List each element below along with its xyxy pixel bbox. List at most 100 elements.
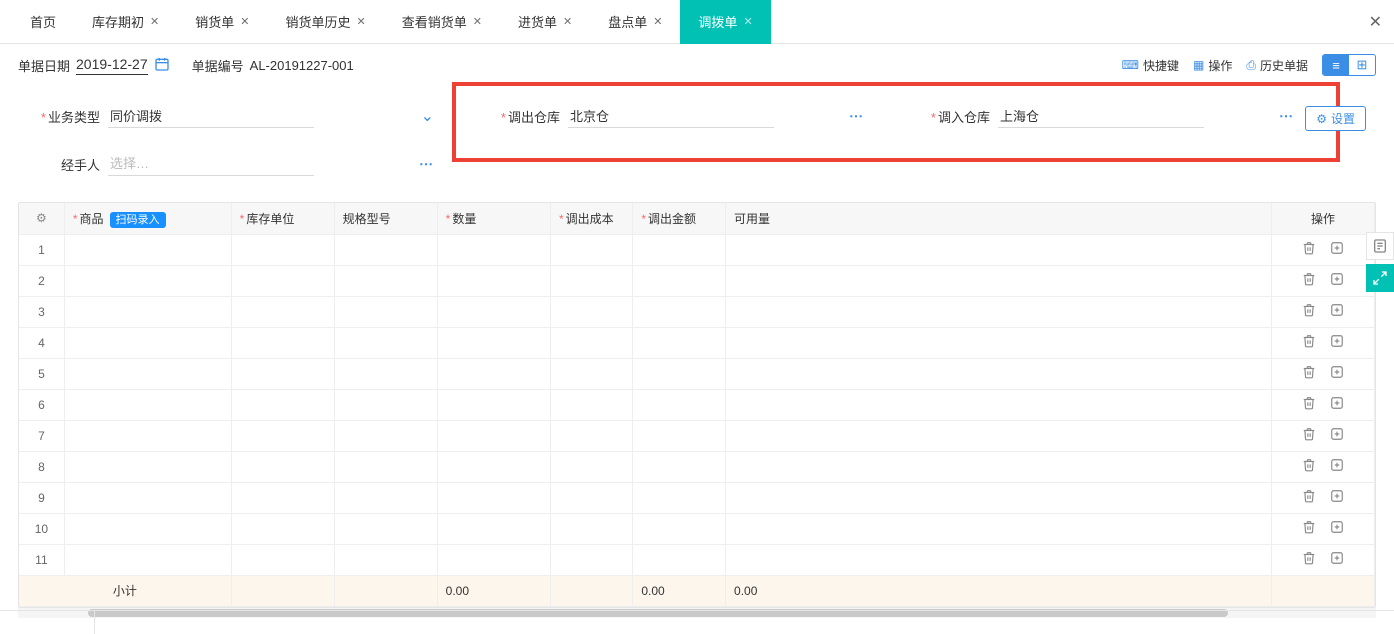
table-row[interactable]: 5 [19, 358, 1375, 389]
cell-product[interactable] [64, 513, 231, 544]
table-row[interactable]: 1 [19, 234, 1375, 265]
cell-qty[interactable] [437, 234, 550, 265]
delete-row-icon[interactable] [1302, 396, 1316, 413]
close-icon[interactable]: ✕ [563, 15, 572, 28]
cell-avail[interactable] [726, 327, 1272, 358]
date-value[interactable]: 2019-12-27 [76, 56, 148, 75]
cell-spec[interactable] [334, 482, 437, 513]
cell-amount[interactable] [633, 389, 726, 420]
tab-view-sales[interactable]: 查看销货单✕ [384, 0, 500, 44]
cell-amount[interactable] [633, 482, 726, 513]
add-row-icon[interactable] [1330, 489, 1344, 506]
cell-cost[interactable] [550, 234, 632, 265]
tab-purchase[interactable]: 进货单✕ [500, 0, 590, 44]
delete-row-icon[interactable] [1302, 241, 1316, 258]
tab-stocktake[interactable]: 盘点单✕ [590, 0, 680, 44]
cell-product[interactable] [64, 296, 231, 327]
add-row-icon[interactable] [1330, 551, 1344, 568]
add-row-icon[interactable] [1330, 272, 1344, 289]
table-row[interactable]: 8 [19, 451, 1375, 482]
cell-qty[interactable] [437, 327, 550, 358]
tab-inventory-init[interactable]: 库存期初✕ [74, 0, 177, 44]
operate-link[interactable]: ▦操作 [1193, 57, 1232, 74]
cell-cost[interactable] [550, 513, 632, 544]
cell-stock-unit[interactable] [231, 234, 334, 265]
cell-stock-unit[interactable] [231, 513, 334, 544]
cell-amount[interactable] [633, 265, 726, 296]
cell-stock-unit[interactable] [231, 389, 334, 420]
table-row[interactable]: 3 [19, 296, 1375, 327]
cell-qty[interactable] [437, 451, 550, 482]
cell-spec[interactable] [334, 234, 437, 265]
cell-stock-unit[interactable] [231, 327, 334, 358]
table-row[interactable]: 11 [19, 544, 1375, 575]
close-all-icon[interactable]: ✕ [1369, 12, 1382, 32]
cell-qty[interactable] [437, 420, 550, 451]
cell-product[interactable] [64, 482, 231, 513]
cell-qty[interactable] [437, 482, 550, 513]
close-icon[interactable]: ✕ [653, 15, 662, 28]
cell-product[interactable] [64, 451, 231, 482]
cell-cost[interactable] [550, 265, 632, 296]
cell-cost[interactable] [550, 389, 632, 420]
expand-button[interactable] [1366, 264, 1394, 292]
cell-qty[interactable] [437, 296, 550, 327]
delete-row-icon[interactable] [1302, 272, 1316, 289]
cell-spec[interactable] [334, 420, 437, 451]
close-icon[interactable]: ✕ [150, 15, 159, 28]
cell-stock-unit[interactable] [231, 265, 334, 296]
cell-amount[interactable] [633, 513, 726, 544]
cell-amount[interactable] [633, 544, 726, 575]
cell-qty[interactable] [437, 389, 550, 420]
table-row[interactable]: 4 [19, 327, 1375, 358]
cell-avail[interactable] [726, 482, 1272, 513]
more-icon[interactable]: ⋯ [419, 156, 434, 173]
add-row-icon[interactable] [1330, 520, 1344, 537]
cell-product[interactable] [64, 327, 231, 358]
table-row[interactable]: 9 [19, 482, 1375, 513]
table-row[interactable]: 7 [19, 420, 1375, 451]
cell-avail[interactable] [726, 265, 1272, 296]
cell-spec[interactable] [334, 389, 437, 420]
cell-product[interactable] [64, 265, 231, 296]
biz-type-input[interactable] [108, 104, 314, 128]
add-row-icon[interactable] [1330, 303, 1344, 320]
cell-cost[interactable] [550, 451, 632, 482]
delete-row-icon[interactable] [1302, 551, 1316, 568]
delete-row-icon[interactable] [1302, 520, 1316, 537]
out-wh-input[interactable] [568, 104, 774, 128]
close-icon[interactable]: ✕ [240, 15, 249, 28]
history-link[interactable]: ⎙历史单据 [1246, 57, 1308, 74]
cell-qty[interactable] [437, 513, 550, 544]
cell-spec[interactable] [334, 265, 437, 296]
add-row-icon[interactable] [1330, 427, 1344, 444]
cell-spec[interactable] [334, 327, 437, 358]
cell-product[interactable] [64, 420, 231, 451]
cell-amount[interactable] [633, 234, 726, 265]
tab-sales-order[interactable]: 销货单✕ [177, 0, 267, 44]
delete-row-icon[interactable] [1302, 489, 1316, 506]
add-row-icon[interactable] [1330, 365, 1344, 382]
calendar-icon[interactable] [154, 56, 170, 75]
cell-avail[interactable] [726, 544, 1272, 575]
delete-row-icon[interactable] [1302, 427, 1316, 444]
cell-cost[interactable] [550, 358, 632, 389]
close-icon[interactable]: ✕ [357, 15, 366, 28]
cell-amount[interactable] [633, 358, 726, 389]
scan-badge[interactable]: 扫码录入 [110, 212, 166, 228]
close-icon[interactable]: ✕ [743, 15, 752, 28]
cell-qty[interactable] [437, 544, 550, 575]
cell-product[interactable] [64, 389, 231, 420]
tab-home[interactable]: 首页 [12, 0, 74, 44]
cell-spec[interactable] [334, 358, 437, 389]
add-row-icon[interactable] [1330, 334, 1344, 351]
more-icon[interactable]: ⋯ [849, 108, 864, 125]
cell-spec[interactable] [334, 451, 437, 482]
cell-stock-unit[interactable] [231, 482, 334, 513]
cell-cost[interactable] [550, 482, 632, 513]
table-row[interactable]: 6 [19, 389, 1375, 420]
settings-button[interactable]: ⚙ 设置 [1305, 106, 1366, 131]
cell-avail[interactable] [726, 420, 1272, 451]
cell-amount[interactable] [633, 420, 726, 451]
cell-stock-unit[interactable] [231, 420, 334, 451]
